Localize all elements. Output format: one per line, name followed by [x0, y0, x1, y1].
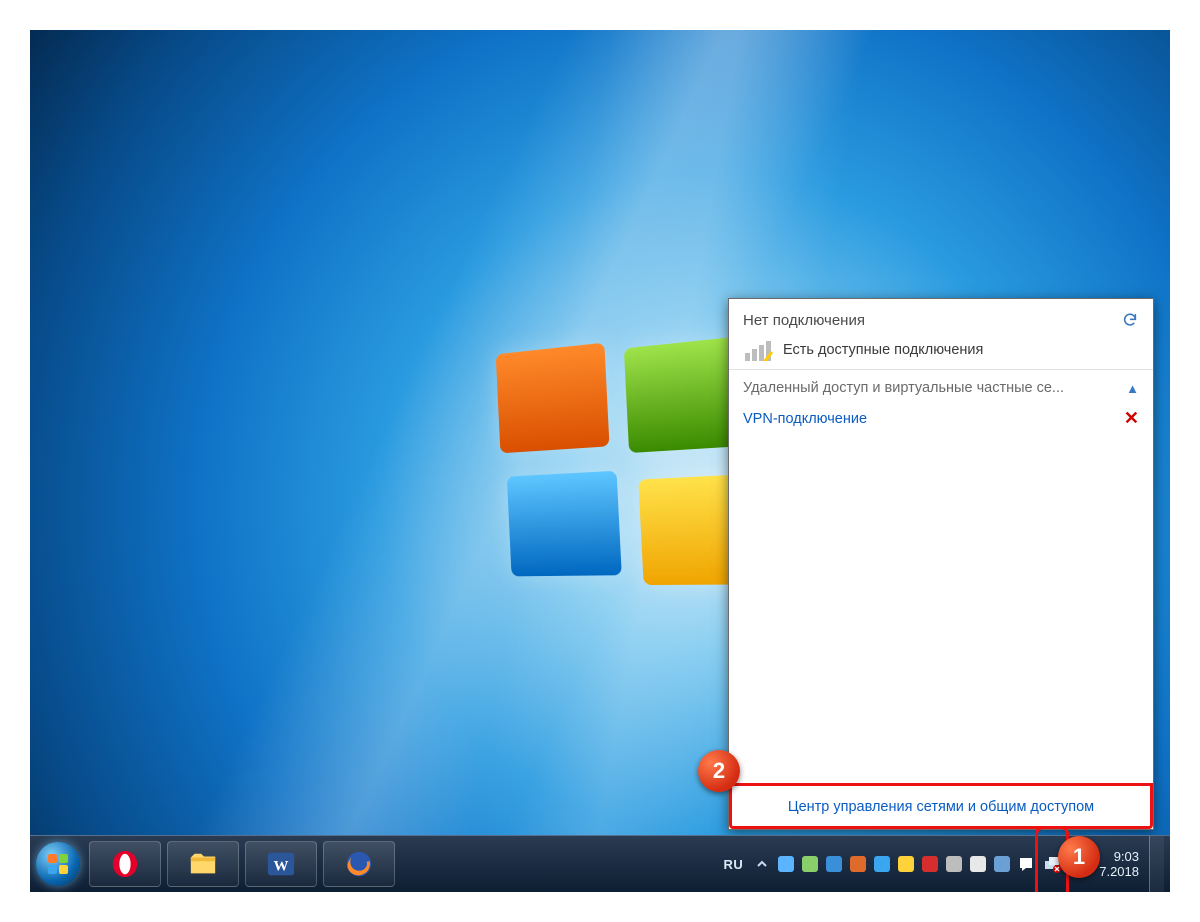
callout-number: 1 [1073, 844, 1085, 870]
network-center-link[interactable]: Центр управления сетями и общим доступом [788, 799, 1094, 815]
tray-action-center-icon[interactable] [1015, 836, 1037, 892]
taskbar-time: 9:03 [1114, 849, 1139, 864]
tray-generic-icon[interactable] [991, 836, 1013, 892]
chevron-up-icon: ▲ [1126, 381, 1139, 396]
signal-bars-icon [745, 339, 773, 361]
status-disconnected-icon: ✕ [1124, 408, 1139, 429]
callout-number: 2 [713, 758, 725, 784]
network-flyout-title: Нет подключения [743, 312, 865, 329]
opera-icon [110, 849, 140, 879]
svg-text:W: W [274, 859, 289, 875]
network-group-header[interactable]: Удаленный доступ и виртуальные частные с… [729, 369, 1153, 402]
tray-generic-icon[interactable] [799, 836, 821, 892]
taskbar-item-firefox[interactable] [323, 841, 395, 887]
callout-badge-2: 2 [698, 750, 740, 792]
network-group-label: Удаленный доступ и виртуальные частные с… [743, 380, 1064, 396]
network-available-label: Есть доступные подключения [783, 342, 983, 358]
taskbar-date: 7.2018 [1099, 864, 1139, 879]
network-available-row[interactable]: Есть доступные подключения [743, 339, 1139, 361]
tray-generic-icon[interactable] [967, 836, 989, 892]
refresh-icon[interactable] [1121, 311, 1139, 329]
firefox-icon [344, 849, 374, 879]
screenshot-frame: Нет подключения [0, 0, 1200, 922]
system-tray: RU [717, 836, 1170, 892]
network-center-footer[interactable]: Центр управления сетями и общим доступом [729, 783, 1153, 829]
language-indicator[interactable]: RU [717, 857, 749, 872]
word-icon: W [266, 849, 296, 879]
vpn-connection-link[interactable]: VPN-подключение [743, 411, 867, 427]
windows-logo-quadrant [496, 343, 610, 454]
tray-generic-icon[interactable] [871, 836, 893, 892]
vpn-connection-row[interactable]: VPN-подключение ✕ [729, 402, 1153, 439]
taskbar-item-word[interactable]: W [245, 841, 317, 887]
windows-logo-quadrant [507, 471, 622, 577]
show-desktop-button[interactable] [1149, 836, 1164, 892]
callout-badge-1: 1 [1058, 836, 1100, 878]
tray-generic-icon[interactable] [823, 836, 845, 892]
tray-show-hidden-icon[interactable] [751, 836, 773, 892]
network-flyout: Нет подключения [728, 298, 1154, 830]
taskbar: W RU [30, 835, 1170, 892]
tray-generic-icon[interactable] [919, 836, 941, 892]
taskbar-item-explorer[interactable] [167, 841, 239, 887]
tray-generic-icon[interactable] [775, 836, 797, 892]
flyout-spacer [729, 439, 1153, 783]
taskbar-item-opera[interactable] [89, 841, 161, 887]
windows-start-orb-icon [36, 842, 80, 886]
start-button[interactable] [30, 836, 86, 892]
tray-generic-icon[interactable] [847, 836, 869, 892]
folder-icon [188, 849, 218, 879]
tray-generic-icon[interactable] [895, 836, 917, 892]
tray-generic-icon[interactable] [943, 836, 965, 892]
desktop-wallpaper: Нет подключения [30, 30, 1170, 892]
